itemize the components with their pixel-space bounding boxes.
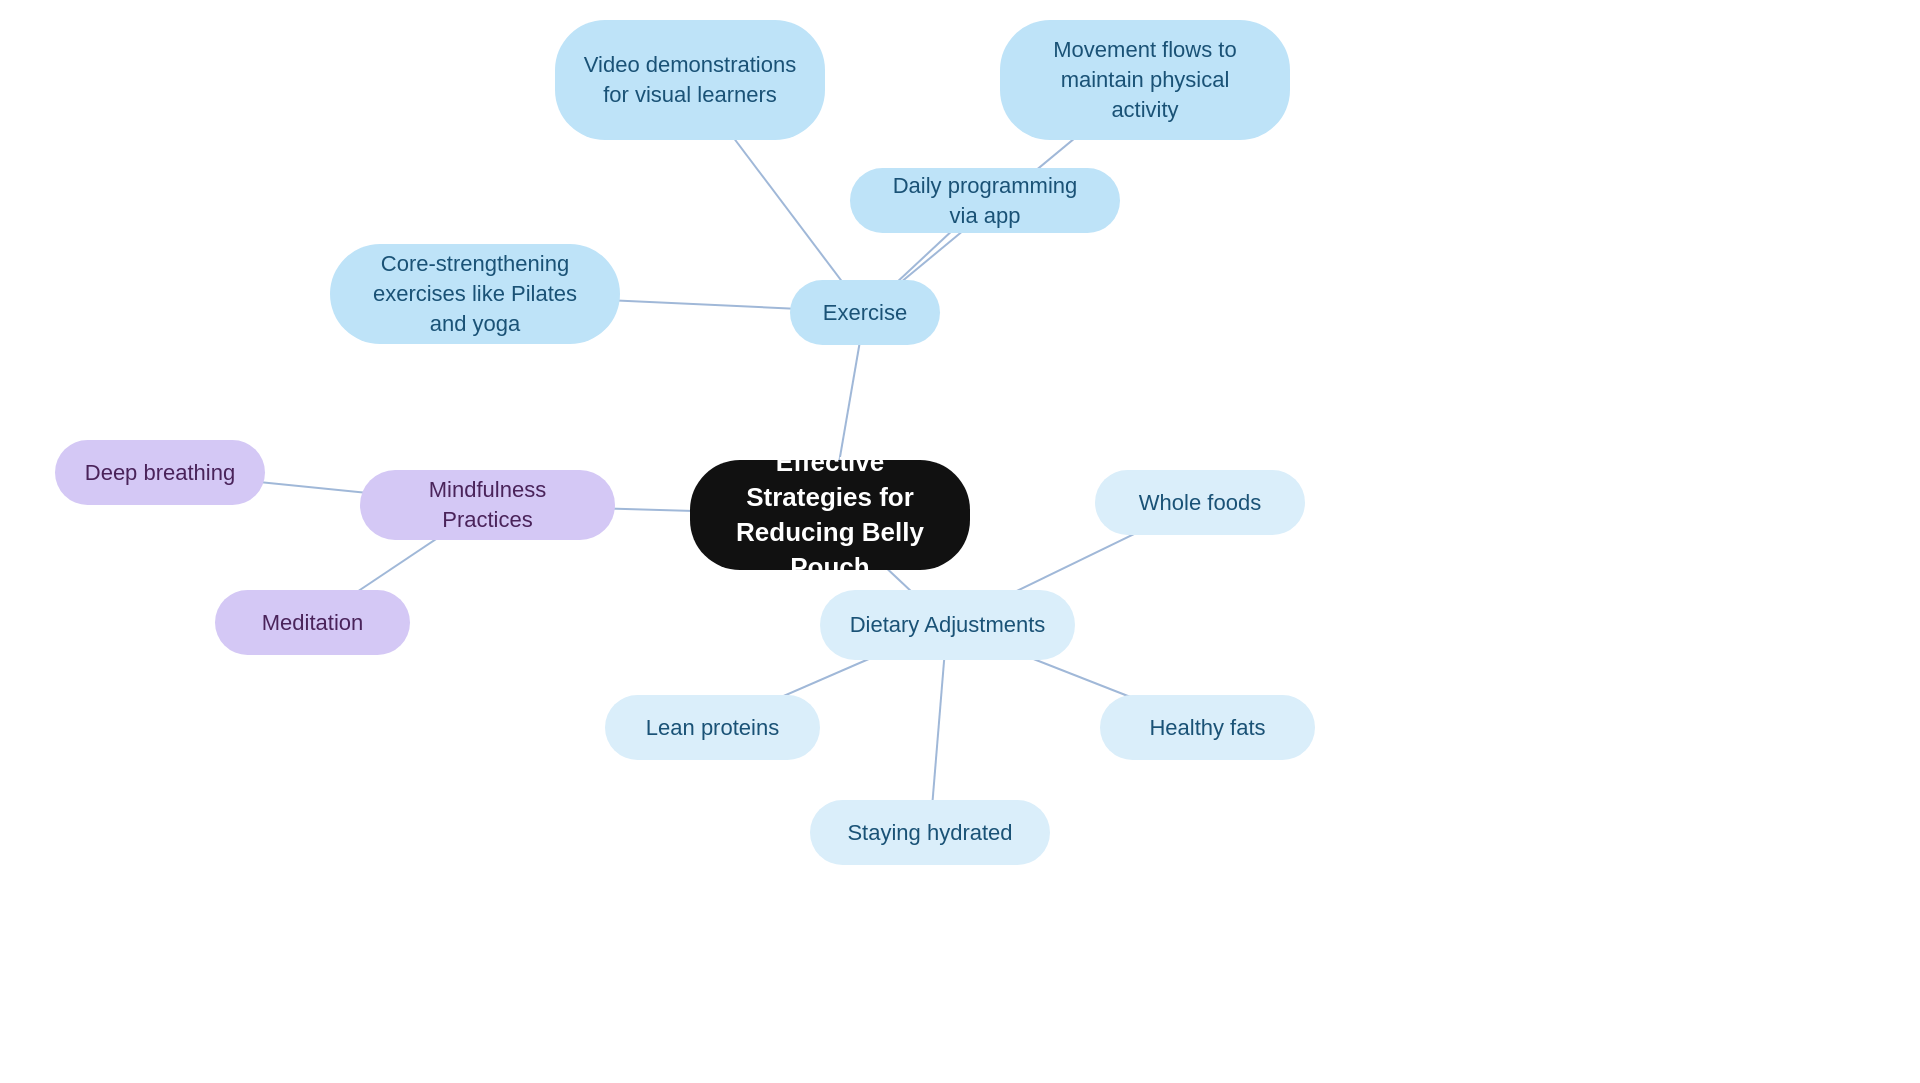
video-demo-node: Video demonstrations for visual learners xyxy=(555,20,825,140)
meditation-label: Meditation xyxy=(262,608,364,638)
center-label: Effective Strategies for Reducing Belly … xyxy=(718,445,942,585)
movement-flows-label: Movement flows to maintain physical acti… xyxy=(1028,35,1262,124)
meditation-node: Meditation xyxy=(215,590,410,655)
movement-flows-node: Movement flows to maintain physical acti… xyxy=(1000,20,1290,140)
dietary-node: Dietary Adjustments xyxy=(820,590,1075,660)
deep-breathing-label: Deep breathing xyxy=(85,458,235,488)
daily-programming-node: Daily programming via app xyxy=(850,168,1120,233)
healthy-fats-node: Healthy fats xyxy=(1100,695,1315,760)
lean-proteins-label: Lean proteins xyxy=(646,713,779,743)
dietary-label: Dietary Adjustments xyxy=(850,610,1046,640)
exercise-label: Exercise xyxy=(823,298,907,328)
whole-foods-label: Whole foods xyxy=(1139,488,1261,518)
mindfulness-label: Mindfulness Practices xyxy=(388,475,587,534)
deep-breathing-node: Deep breathing xyxy=(55,440,265,505)
daily-programming-label: Daily programming via app xyxy=(878,171,1092,230)
core-strengthening-label: Core-strengthening exercises like Pilate… xyxy=(358,249,592,338)
mindfulness-node: Mindfulness Practices xyxy=(360,470,615,540)
whole-foods-node: Whole foods xyxy=(1095,470,1305,535)
core-strengthening-node: Core-strengthening exercises like Pilate… xyxy=(330,244,620,344)
lean-proteins-node: Lean proteins xyxy=(605,695,820,760)
healthy-fats-label: Healthy fats xyxy=(1149,713,1265,743)
video-demo-label: Video demonstrations for visual learners xyxy=(583,50,797,109)
exercise-node: Exercise xyxy=(790,280,940,345)
center-node: Effective Strategies for Reducing Belly … xyxy=(690,460,970,570)
staying-hydrated-label: Staying hydrated xyxy=(847,818,1012,848)
staying-hydrated-node: Staying hydrated xyxy=(810,800,1050,865)
